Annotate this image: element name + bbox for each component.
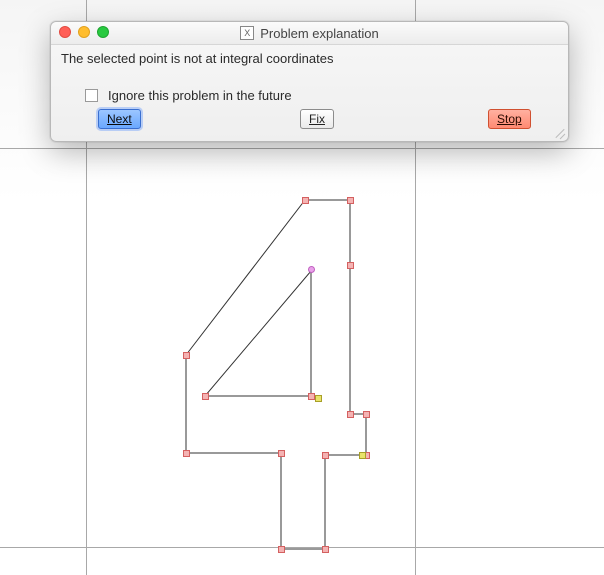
zoom-icon[interactable] — [97, 26, 109, 38]
control-point[interactable] — [347, 197, 354, 204]
fix-button[interactable]: Fix — [300, 109, 334, 129]
ignore-checkbox-row[interactable]: Ignore this problem in the future — [85, 88, 558, 103]
control-point-selected[interactable] — [359, 452, 366, 459]
dialog-titlebar[interactable]: X Problem explanation — [51, 22, 568, 45]
control-point[interactable] — [322, 452, 329, 459]
problem-explanation-dialog: X Problem explanation The selected point… — [50, 21, 569, 142]
control-point[interactable] — [183, 450, 190, 457]
ignore-checkbox-label: Ignore this problem in the future — [108, 88, 292, 103]
next-button[interactable]: Next — [98, 109, 141, 129]
control-point[interactable] — [202, 393, 209, 400]
app-x11-icon: X — [240, 26, 254, 40]
control-point[interactable] — [278, 450, 285, 457]
control-point[interactable] — [322, 546, 329, 553]
control-point[interactable] — [347, 262, 354, 269]
guide-horizontal — [0, 547, 604, 548]
problem-message: The selected point is not at integral co… — [61, 51, 558, 66]
control-point[interactable] — [363, 411, 370, 418]
dialog-title: Problem explanation — [260, 26, 379, 41]
minimize-icon[interactable] — [78, 26, 90, 38]
traffic-lights — [59, 26, 109, 38]
control-point[interactable] — [302, 197, 309, 204]
control-point-curve[interactable] — [308, 266, 315, 273]
dialog-button-row: Next Fix Stop — [51, 109, 568, 133]
control-point[interactable] — [278, 546, 285, 553]
close-icon[interactable] — [59, 26, 71, 38]
guide-horizontal — [0, 148, 604, 149]
control-point[interactable] — [308, 393, 315, 400]
stop-button[interactable]: Stop — [488, 109, 531, 129]
control-point[interactable] — [183, 352, 190, 359]
control-point-selected[interactable] — [315, 395, 322, 402]
control-point[interactable] — [347, 411, 354, 418]
resize-grip[interactable] — [553, 126, 565, 138]
ignore-checkbox[interactable] — [85, 89, 98, 102]
